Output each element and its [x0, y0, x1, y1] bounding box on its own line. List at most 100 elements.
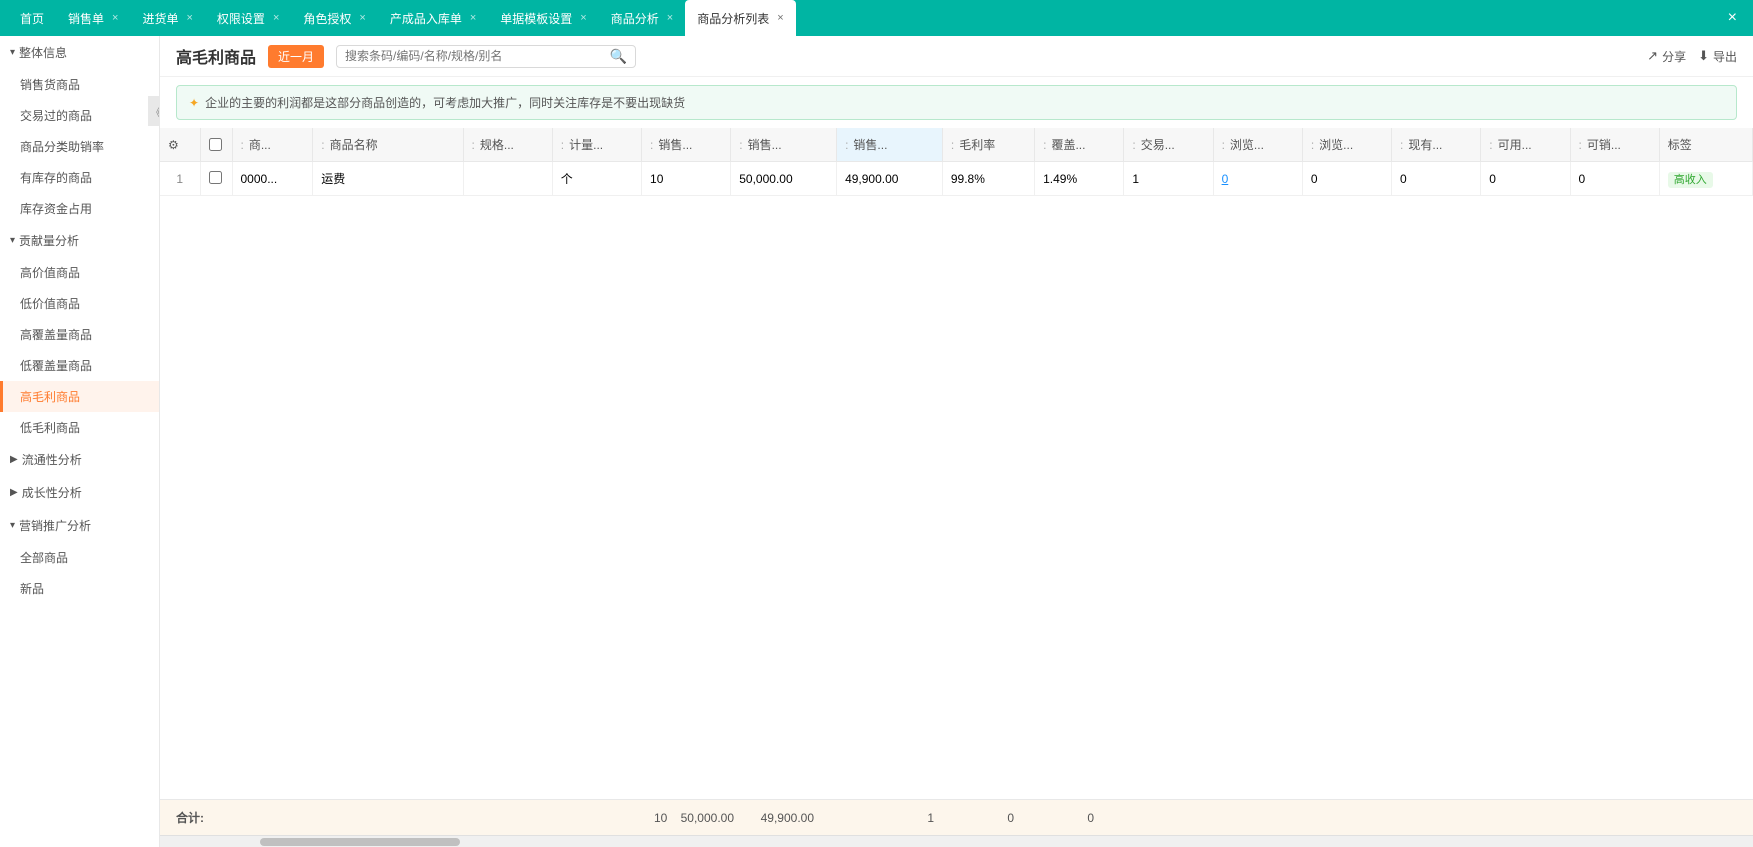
window-close-button[interactable]: ×: [1720, 9, 1745, 27]
sidebar-item-low-value[interactable]: 低价值商品: [0, 288, 159, 319]
col-view2[interactable]: :浏览...: [1302, 128, 1391, 162]
nav-tab-purchase[interactable]: 进货单 ×: [130, 0, 204, 36]
row-view1: 0: [1213, 162, 1302, 196]
footer-total: 合计: 10 50,000.00 49,900.00 1 0 0: [160, 799, 1753, 835]
table-header-row: ⚙ :商... :商品名称 :规格...: [160, 128, 1753, 162]
content-area: 高毛利商品 近一月 🔍 ↗ 分享 ⬇ 导出 ✦ 企业的主要的利润都是这部分商品创…: [160, 36, 1753, 847]
share-icon: ↗: [1647, 48, 1658, 64]
row-sales-cost: 49,900.00: [837, 162, 943, 196]
row-sales-qty: 10: [642, 162, 731, 196]
nav-tab-roles[interactable]: 角色授权 ×: [291, 0, 377, 36]
sidebar-section-flow[interactable]: ▶ 流通性分析: [0, 443, 159, 476]
row-sales-amt: 50,000.00: [731, 162, 837, 196]
col-gross-rate[interactable]: :毛利率: [942, 128, 1034, 162]
close-icon[interactable]: ×: [273, 12, 279, 24]
col-settings[interactable]: ⚙: [160, 128, 200, 162]
col-sales-qty[interactable]: :销售...: [642, 128, 731, 162]
col-view1[interactable]: :浏览...: [1213, 128, 1302, 162]
row-coverage: 1.49%: [1035, 162, 1124, 196]
search-box: 🔍: [336, 45, 636, 68]
sidebar-section-growth[interactable]: ▶ 成长性分析: [0, 476, 159, 509]
nav-tab-analysis-list[interactable]: 商品分析列表 ×: [685, 0, 795, 36]
footer-sales-cost: 49,900.00: [742, 811, 822, 825]
share-button[interactable]: ↗ 分享: [1647, 48, 1686, 65]
table-wrapper: ⚙ :商... :商品名称 :规格...: [160, 128, 1753, 799]
view1-link[interactable]: 0: [1222, 172, 1229, 186]
close-icon[interactable]: ×: [777, 12, 783, 24]
sidebar-item-high-value[interactable]: 高价值商品: [0, 257, 159, 288]
sidebar: 《 ▾ 整体信息 销售货商品 交易过的商品 商品分类助销率 有库存的商品 库存资…: [0, 36, 160, 847]
row-name: 运费: [313, 162, 463, 196]
row-gross-rate: 99.8%: [942, 162, 1034, 196]
sidebar-item-sales-goods[interactable]: 销售货商品: [0, 69, 159, 100]
col-current[interactable]: :现有...: [1392, 128, 1481, 162]
sidebar-item-low-coverage[interactable]: 低覆盖量商品: [0, 350, 159, 381]
col-saleable[interactable]: :可销...: [1570, 128, 1659, 162]
footer-sales-amt: 50,000.00: [662, 811, 742, 825]
nav-tab-sales[interactable]: 销售单 ×: [56, 0, 130, 36]
sidebar-item-high-margin[interactable]: 高毛利商品: [0, 381, 159, 412]
footer-available: 0: [1022, 811, 1102, 825]
close-icon[interactable]: ×: [667, 12, 673, 24]
nav-tab-templates[interactable]: 单据模板设置 ×: [488, 0, 598, 36]
sidebar-item-new-goods[interactable]: 新品: [0, 573, 159, 604]
select-all-checkbox[interactable]: [209, 138, 222, 151]
nav-tab-home[interactable]: 首页: [8, 0, 56, 36]
row-available: 0: [1481, 162, 1570, 196]
horizontal-scrollbar[interactable]: [160, 835, 1753, 847]
nav-tab-products[interactable]: 产成品入库单 ×: [378, 0, 488, 36]
search-icon[interactable]: 🔍: [610, 48, 627, 65]
search-input[interactable]: [345, 49, 606, 63]
footer-trans: 1: [822, 811, 942, 825]
settings-icon: ⚙: [168, 138, 179, 152]
col-sales-amt[interactable]: :销售...: [731, 128, 837, 162]
nav-tab-analysis[interactable]: 商品分析 ×: [599, 0, 685, 36]
col-coverage[interactable]: :覆盖...: [1035, 128, 1124, 162]
sidebar-section-overall[interactable]: ▾ 整体信息: [0, 36, 159, 69]
row-current: 0: [1392, 162, 1481, 196]
top-navigation: 首页 销售单 × 进货单 × 权限设置 × 角色授权 × 产成品入库单 × 单据…: [0, 0, 1753, 36]
close-icon[interactable]: ×: [359, 12, 365, 24]
info-icon: ✦: [189, 96, 199, 110]
sidebar-item-in-stock[interactable]: 有库存的商品: [0, 162, 159, 193]
sidebar-collapse-button[interactable]: 《: [148, 96, 160, 126]
row-checkbox: [200, 162, 232, 196]
scrollbar-thumb[interactable]: [260, 838, 460, 846]
page-title: 高毛利商品: [176, 44, 256, 68]
sidebar-item-high-coverage[interactable]: 高覆盖量商品: [0, 319, 159, 350]
col-name[interactable]: :商品名称: [313, 128, 463, 162]
row-trans: 1: [1124, 162, 1213, 196]
col-sales-cost[interactable]: :销售...: [837, 128, 943, 162]
close-icon[interactable]: ×: [186, 12, 192, 24]
col-spec[interactable]: :规格...: [463, 128, 552, 162]
sidebar-item-all-goods[interactable]: 全部商品: [0, 542, 159, 573]
export-button[interactable]: ⬇ 导出: [1698, 48, 1737, 65]
sidebar-item-category-rate[interactable]: 商品分类助销率: [0, 131, 159, 162]
row-saleable: 0: [1570, 162, 1659, 196]
close-icon[interactable]: ×: [112, 12, 118, 24]
col-trans[interactable]: :交易...: [1124, 128, 1213, 162]
chevron-down-icon: ▾: [10, 235, 15, 246]
col-checkbox: [200, 128, 232, 162]
sidebar-item-traded-goods[interactable]: 交易过的商品: [0, 100, 159, 131]
close-icon[interactable]: ×: [470, 12, 476, 24]
col-code[interactable]: :商...: [232, 128, 313, 162]
col-tag: 标签: [1659, 128, 1752, 162]
row-spec: [463, 162, 552, 196]
export-icon: ⬇: [1698, 48, 1709, 64]
col-available[interactable]: :可用...: [1481, 128, 1570, 162]
col-unit[interactable]: :计量...: [552, 128, 641, 162]
sidebar-item-stock-capital[interactable]: 库存资金占用: [0, 193, 159, 224]
row-code: 0000...: [232, 162, 313, 196]
chevron-right-icon: ▶: [10, 487, 18, 498]
sidebar-section-marketing[interactable]: ▾ 营销推广分析: [0, 509, 159, 542]
nav-tab-permissions[interactable]: 权限设置 ×: [205, 0, 291, 36]
footer-current: 0: [942, 811, 1022, 825]
sidebar-section-contribution[interactable]: ▾ 贡献量分析: [0, 224, 159, 257]
close-icon[interactable]: ×: [580, 12, 586, 24]
period-button[interactable]: 近一月: [268, 45, 324, 68]
row-select-checkbox[interactable]: [209, 171, 222, 184]
sidebar-item-low-margin[interactable]: 低毛利商品: [0, 412, 159, 443]
row-tag: 高收入: [1659, 162, 1752, 196]
row-view2: 0: [1302, 162, 1391, 196]
